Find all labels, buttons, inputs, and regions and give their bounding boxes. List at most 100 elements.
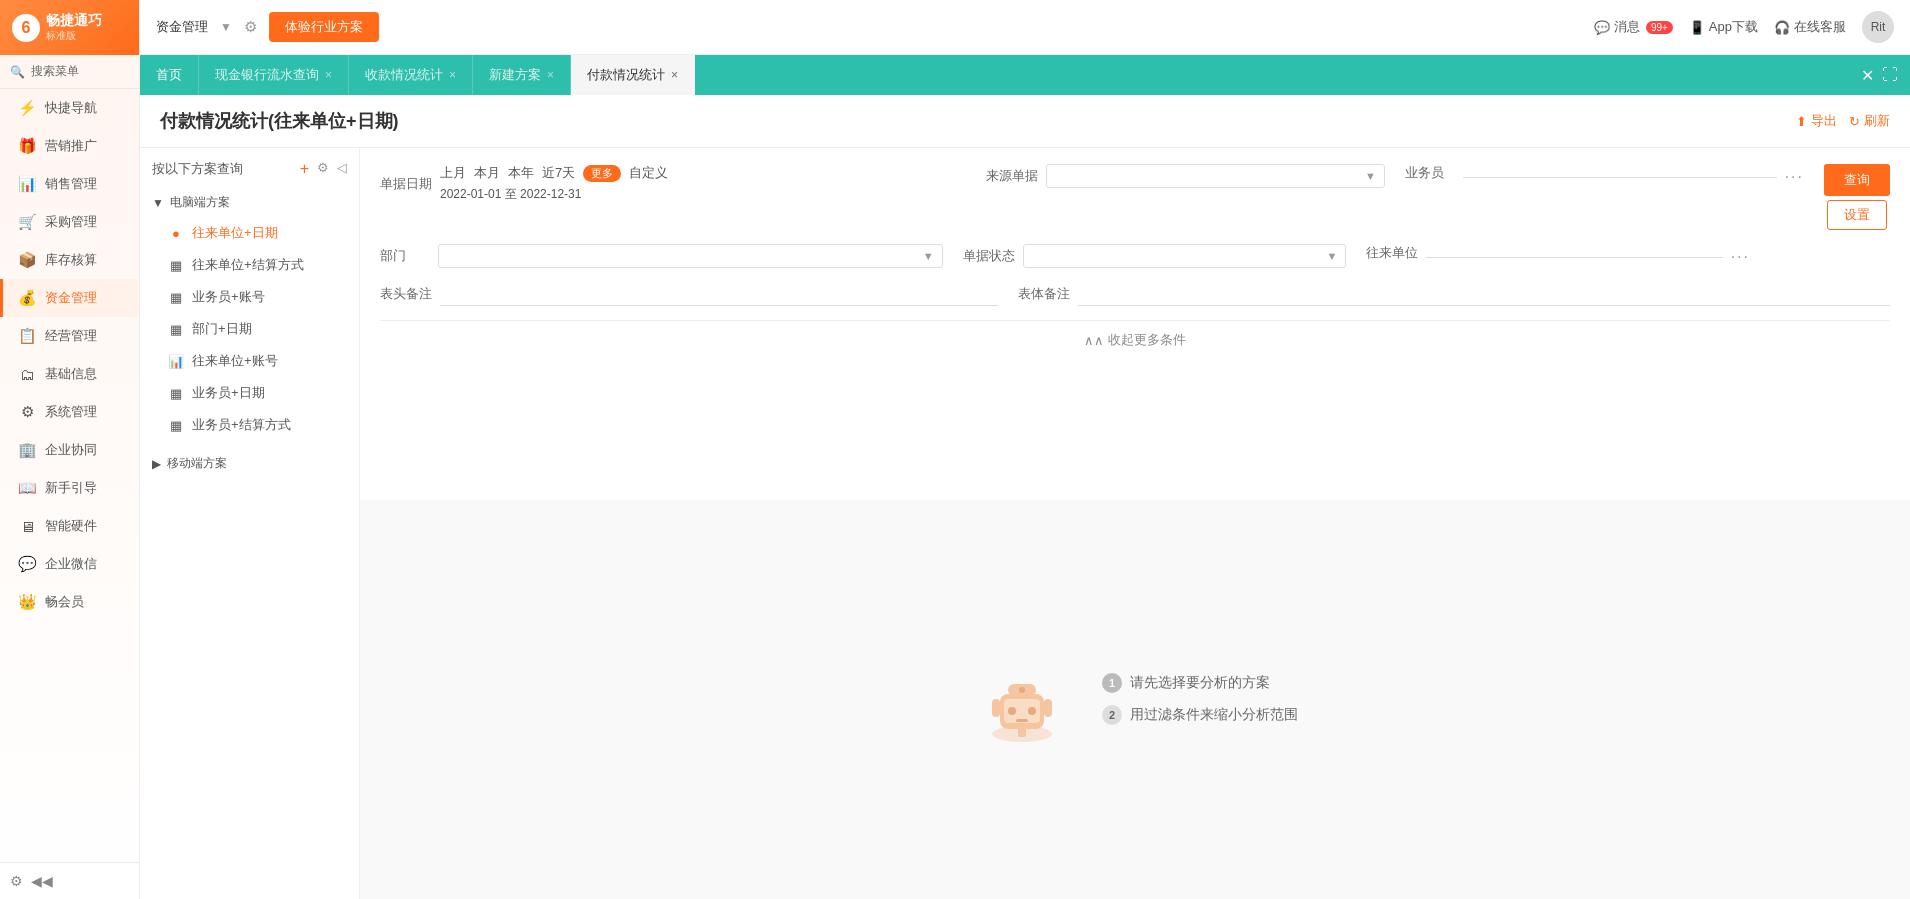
sales-icon: 📊 — [17, 175, 37, 193]
svg-point-9 — [1019, 687, 1025, 693]
collapse-sidebar-icon[interactable]: ◀◀ — [31, 873, 53, 889]
date-opt-custom[interactable]: 自定义 — [629, 164, 668, 182]
date-opt-last-month[interactable]: 上月 — [440, 164, 466, 182]
mobile-section-arrow-icon: ▶ — [152, 457, 161, 471]
add-plan-icon[interactable]: + — [300, 160, 309, 178]
sidebar-item-inventory[interactable]: 📦 库存核算 — [0, 241, 139, 279]
date-options-wrap: 上月 本月 本年 近7天 更多 自定义 2022-01-01 至 2022-12… — [440, 164, 966, 203]
staff-date-icon: ▦ — [168, 386, 184, 401]
search-menu[interactable]: 🔍 搜索菜单 — [0, 55, 139, 89]
filter-source-field: 来源单据 ▼ — [986, 164, 1385, 188]
doc-status-label: 单据状态 — [963, 247, 1015, 265]
sidebar-logo: 6 畅捷通巧 标准版 — [0, 0, 139, 55]
query-btn[interactable]: 查询 — [1824, 164, 1890, 196]
svg-rect-7 — [1044, 699, 1052, 717]
settings-bottom-icon[interactable]: ⚙ — [10, 873, 23, 889]
sidebar-item-hardware[interactable]: 🖥 智能硬件 — [0, 507, 139, 545]
panel-item-dept-date[interactable]: ▦ 部门+日期 — [140, 313, 359, 345]
right-area: 单据日期 上月 本月 本年 近7天 更多 自定义 20 — [360, 148, 1910, 899]
empty-illustration — [972, 649, 1072, 749]
tab-bank-flow[interactable]: 现金银行流水查询 × — [199, 55, 349, 95]
settings-plan-icon[interactable]: ⚙ — [317, 160, 329, 178]
logo-icon: 6 — [12, 14, 40, 42]
sidebar-item-weixin[interactable]: 💬 企业微信 — [0, 545, 139, 583]
tab-payment-stats-close[interactable]: × — [671, 68, 678, 82]
avatar[interactable]: Rit — [1862, 11, 1894, 43]
counterpart-settlement-icon: ▦ — [168, 258, 184, 273]
panel-item-staff-account[interactable]: ▦ 业务员+账号 — [140, 281, 359, 313]
tab-home[interactable]: 首页 — [140, 55, 199, 95]
date-opt-more[interactable]: 更多 — [583, 165, 621, 182]
sidebar: 6 畅捷通巧 标准版 🔍 搜索菜单 ⚡ 快捷导航 🎁 营销推广 📊 销售管理 🛒… — [0, 0, 140, 899]
filter-doc-status-field: 单据状态 ▼ — [963, 244, 1347, 268]
expand-tabs-icon[interactable]: ⛶ — [1882, 66, 1898, 84]
filter-dept-field: 部门 ▼ — [380, 244, 943, 268]
panel-item-staff-settlement[interactable]: ▦ 业务员+结算方式 — [140, 409, 359, 441]
date-opt-last7days[interactable]: 近7天 — [542, 164, 575, 182]
export-btn[interactable]: ⬆ 导出 — [1796, 112, 1837, 130]
purchase-icon: 🛒 — [17, 213, 37, 231]
sidebar-item-basic[interactable]: 🗂 基础信息 — [0, 355, 139, 393]
topbar-gear-icon[interactable]: ⚙ — [244, 18, 257, 36]
date-opt-this-year[interactable]: 本年 — [508, 164, 534, 182]
collapse-more-btn[interactable]: ∧∧ 收起更多条件 — [380, 320, 1890, 359]
collapse-panel-icon[interactable]: ◁ — [337, 160, 347, 178]
sidebar-item-member[interactable]: 👑 畅会员 — [0, 583, 139, 621]
sidebar-item-quick-nav[interactable]: ⚡ 快捷导航 — [0, 89, 139, 127]
breadcrumb: 资金管理 — [156, 18, 208, 36]
sidebar-item-enterprise[interactable]: 🏢 企业协同 — [0, 431, 139, 469]
topbar: 资金管理 ▼ ⚙ 体验行业方案 💬 消息 99+ 📱 App下载 🎧 在线客服 … — [140, 0, 1910, 55]
panel-section-mobile-title[interactable]: ▶ 移动端方案 — [140, 449, 359, 478]
source-select[interactable]: ▼ — [1046, 164, 1385, 188]
trial-btn[interactable]: 体验行业方案 — [269, 12, 379, 42]
panel-item-staff-date[interactable]: ▦ 业务员+日期 — [140, 377, 359, 409]
sidebar-bottom: ⚙ ◀◀ — [0, 862, 139, 899]
staff-label: 业务员 — [1405, 164, 1455, 182]
sidebar-item-guide[interactable]: 📖 新手引导 — [0, 469, 139, 507]
search-icon: 🔍 — [10, 65, 25, 79]
sidebar-item-sales[interactable]: 📊 销售管理 — [0, 165, 139, 203]
filter-counterpart-field: 往来单位 ... — [1366, 244, 1750, 262]
tab-new-plan-close[interactable]: × — [547, 68, 554, 82]
message-badge: 99+ — [1646, 21, 1673, 34]
sidebar-item-operations[interactable]: 📋 经营管理 — [0, 317, 139, 355]
tab-new-plan[interactable]: 新建方案 × — [473, 55, 571, 95]
app-download-btn[interactable]: 📱 App下载 — [1689, 18, 1758, 36]
tab-receipt-stats-close[interactable]: × — [449, 68, 456, 82]
panel-item-counterpart-account[interactable]: 📊 往来单位+账号 — [140, 345, 359, 377]
tip-num-1: 1 — [1102, 673, 1122, 693]
sidebar-item-marketing[interactable]: 🎁 营销推广 — [0, 127, 139, 165]
close-all-tabs-icon[interactable]: ✕ — [1861, 66, 1874, 85]
sidebar-item-system[interactable]: ⚙ 系统管理 — [0, 393, 139, 431]
date-opt-this-month[interactable]: 本月 — [474, 164, 500, 182]
refresh-btn[interactable]: ↻ 刷新 — [1849, 112, 1890, 130]
page-header: 付款情况统计(往来单位+日期) ⬆ 导出 ↻ 刷新 — [140, 95, 1910, 148]
tab-payment-stats[interactable]: 付款情况统计 × — [571, 55, 695, 95]
basic-icon: 🗂 — [17, 366, 37, 383]
online-service-btn[interactable]: 🎧 在线客服 — [1774, 18, 1846, 36]
doc-status-select[interactable]: ▼ — [1023, 244, 1347, 268]
counterpart-dots[interactable]: ... — [1731, 244, 1750, 262]
filter-row-2: 部门 ▼ 单据状态 ▼ — [380, 244, 1890, 268]
panel-item-counterpart-date[interactable]: ● 往来单位+日期 — [140, 217, 359, 249]
tab-receipt-stats[interactable]: 收款情况统计 × — [349, 55, 473, 95]
dept-select[interactable]: ▼ — [438, 244, 943, 268]
tab-bank-flow-close[interactable]: × — [325, 68, 332, 82]
sidebar-item-purchase[interactable]: 🛒 采购管理 — [0, 203, 139, 241]
staff-dots[interactable]: ... — [1785, 164, 1804, 182]
operations-icon: 📋 — [17, 327, 37, 345]
topbar-right: 💬 消息 99+ 📱 App下载 🎧 在线客服 Rit — [1594, 11, 1894, 43]
panel-section-desktop-title[interactable]: ▼ 电脑端方案 — [140, 188, 359, 217]
sidebar-item-capital[interactable]: 💰 资金管理 — [0, 279, 139, 317]
messages-btn[interactable]: 💬 消息 99+ — [1594, 18, 1673, 36]
panel-item-counterpart-settlement[interactable]: ▦ 往来单位+结算方式 — [140, 249, 359, 281]
settings-btn[interactable]: 设置 — [1827, 200, 1887, 230]
header-note-input[interactable] — [440, 282, 998, 306]
date-range: 2022-01-01 至 2022-12-31 — [440, 186, 966, 203]
refresh-icon: ↻ — [1849, 114, 1860, 129]
empty-tip-2: 2 用过滤条件来缩小分析范围 — [1102, 705, 1298, 725]
body-note-input[interactable] — [1078, 282, 1890, 306]
staff-account-icon: ▦ — [168, 290, 184, 305]
marketing-icon: 🎁 — [17, 137, 37, 155]
logo-title: 畅捷通巧 — [46, 12, 102, 29]
